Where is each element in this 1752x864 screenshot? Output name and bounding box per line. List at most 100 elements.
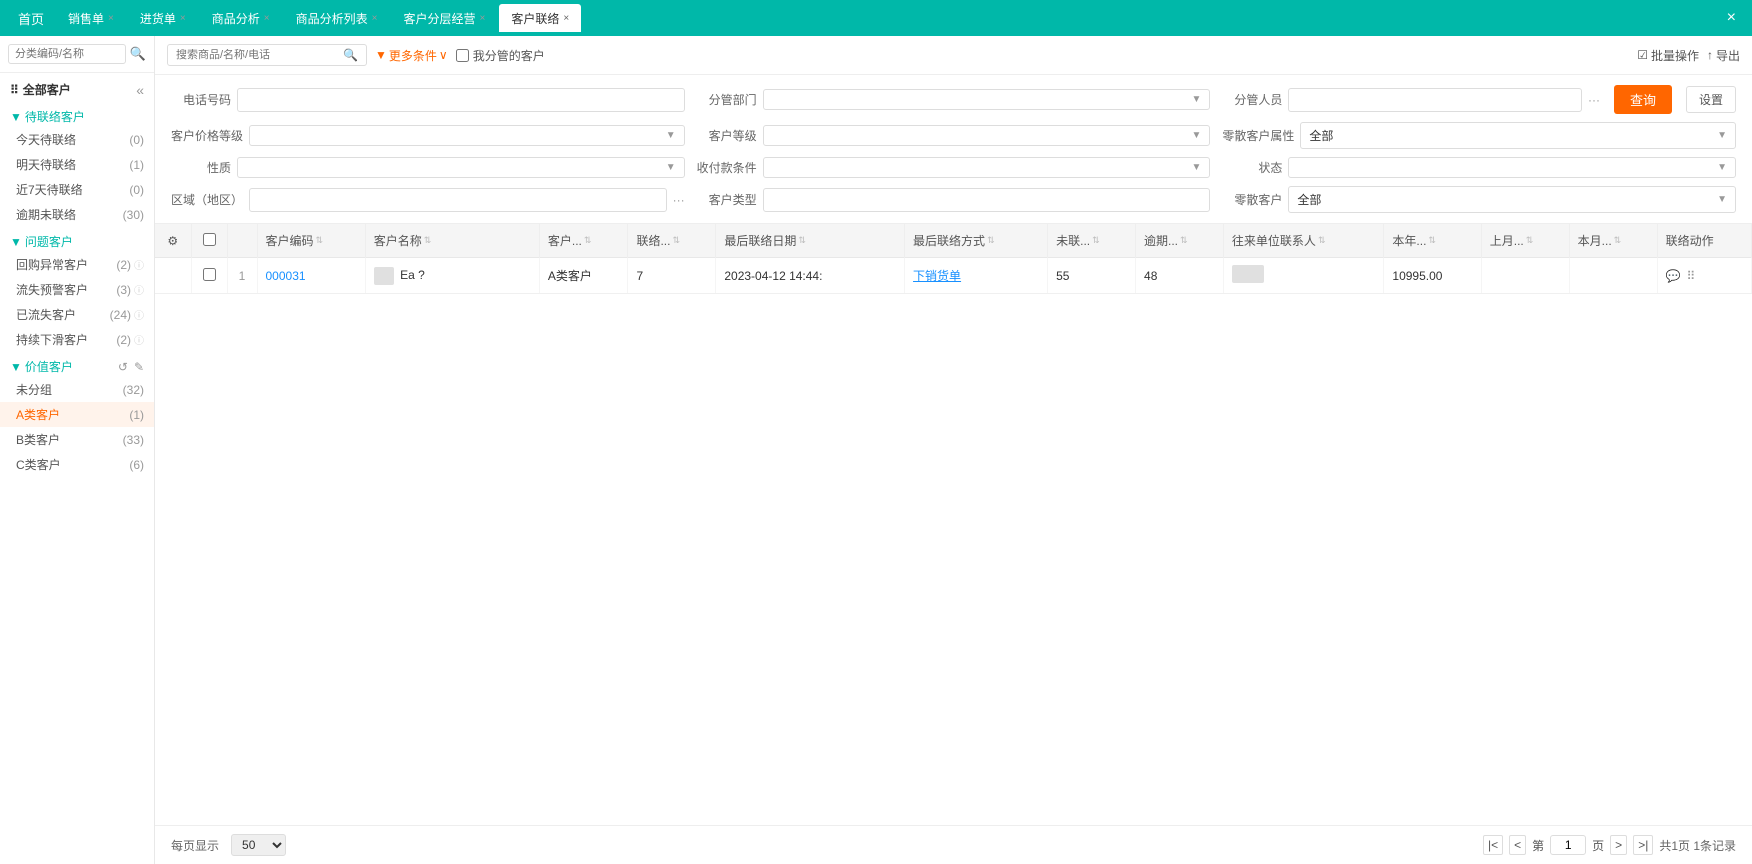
sort-icon-last-month: ⇅ xyxy=(1526,235,1534,246)
sidebar-item-tomorrow-pending[interactable]: 明天待联络 (1) xyxy=(0,152,154,177)
page-label: 第 xyxy=(1532,837,1544,854)
close-product-list-icon[interactable]: × xyxy=(372,13,378,24)
dept-select[interactable]: ▼ xyxy=(763,89,1211,110)
filter-icon: ▼ xyxy=(375,48,387,62)
tab-customer-tier-label: 客户分层经营 xyxy=(403,10,475,27)
search-icon[interactable]: 🔍 xyxy=(343,48,358,62)
sidebar-item-churn-warning[interactable]: 流失预警客户 (3) ⓘ xyxy=(0,277,154,302)
horizontal-scrollbar[interactable] xyxy=(155,813,1752,825)
sidebar-item-declining[interactable]: 持续下滑客户 (2) ⓘ xyxy=(0,327,154,352)
close-sales-icon[interactable]: × xyxy=(108,13,114,24)
pending-section-label: ▼ 待联络客户 xyxy=(0,102,154,127)
sort-icon-this-year: ⇅ xyxy=(1428,235,1436,246)
close-product-analysis-icon[interactable]: × xyxy=(264,13,270,24)
retail-attr-select[interactable]: 全部 ▼ xyxy=(1300,122,1736,149)
sidebar-item-unclassified[interactable]: 未分组 (32) xyxy=(0,377,154,402)
more-icon[interactable]: ⠿ xyxy=(1687,269,1696,283)
phone-input[interactable] xyxy=(237,88,685,112)
sidebar-search-area: 🔍 xyxy=(0,36,154,73)
nature-select[interactable]: ▼ xyxy=(237,157,685,178)
sidebar-item-today-pending[interactable]: 今天待联络 (0) xyxy=(0,127,154,152)
manager-dots-icon[interactable]: ··· xyxy=(1588,93,1600,107)
sidebar-item-repurchase-abnormal[interactable]: 回购异常客户 (2) ⓘ xyxy=(0,252,154,277)
page-total-label: 共1页 1条记录 xyxy=(1659,837,1736,854)
filter-row-2: 客户价格等级 ▼ 客户等级 ▼ 零散客户属性 全部 xyxy=(171,122,1736,149)
close-customer-contact-icon[interactable]: × xyxy=(563,13,569,24)
window-close-button[interactable]: × xyxy=(1719,9,1744,27)
pagination: |< < 第 页 > >| 共1页 1条记录 xyxy=(1483,835,1736,855)
tab-sales[interactable]: 销售单 × xyxy=(56,4,126,32)
sort-icon-code: ⇅ xyxy=(316,235,324,246)
select-all-checkbox[interactable] xyxy=(203,233,216,246)
customer-type-input[interactable] xyxy=(763,188,1211,212)
action-icons: 💬 ⠿ xyxy=(1666,269,1743,283)
row-action-cell: 💬 ⠿ xyxy=(1657,258,1751,294)
tab-purchase[interactable]: 进货单 × xyxy=(128,4,198,32)
my-customers-filter[interactable]: 我分管的客户 xyxy=(456,47,545,64)
th-unit-contact: 往来单位联系人 ⇅ xyxy=(1223,224,1383,258)
sidebar-item-churned[interactable]: 已流失客户 (24) ⓘ xyxy=(0,302,154,327)
customer-level-select[interactable]: ▼ xyxy=(763,125,1211,146)
export-button[interactable]: ↑ 导出 xyxy=(1707,47,1740,64)
row-checkbox[interactable] xyxy=(203,268,216,281)
manager-input[interactable] xyxy=(1288,88,1582,112)
data-table-area: ⚙ 客户编码 ⇅ xyxy=(155,224,1752,813)
tab-product-list[interactable]: 商品分析列表 × xyxy=(284,4,390,32)
th-name: 客户名称 ⇅ xyxy=(365,224,539,258)
filter-row-1: 电话号码 分管部门 ▼ 分管人员 ··· 查询 设置 xyxy=(171,85,1736,114)
tab-customer-contact-label: 客户联络 xyxy=(511,10,559,27)
close-customer-tier-icon[interactable]: × xyxy=(479,13,485,24)
page-number-input[interactable] xyxy=(1550,835,1586,855)
more-filters-button[interactable]: ▼ 更多条件 ∨ xyxy=(375,47,448,64)
home-tab[interactable]: 首页 xyxy=(8,9,54,28)
retail-customer-filter: 零散客户 全部 ▼ xyxy=(1222,186,1736,213)
last-method-link[interactable]: 下销货单 xyxy=(913,269,961,283)
tab-customer-contact[interactable]: 客户联络 × xyxy=(499,4,581,32)
row-code[interactable]: 000031 xyxy=(257,258,365,294)
arrow-down-icon: ▼ xyxy=(10,110,22,124)
edit-icon[interactable]: ✎ xyxy=(134,360,144,374)
customer-type-label: 客户类型 xyxy=(697,191,757,208)
payment-select[interactable]: ▼ xyxy=(763,157,1211,178)
page-unit: 页 xyxy=(1592,837,1604,854)
status-select[interactable]: ▼ xyxy=(1288,157,1736,178)
price-level-select[interactable]: ▼ xyxy=(249,125,685,146)
tab-customer-tier[interactable]: 客户分层经营 × xyxy=(391,4,497,32)
sidebar-item-7days-pending[interactable]: 近7天待联络 (0) xyxy=(0,177,154,202)
search-input[interactable] xyxy=(176,49,339,61)
my-customers-checkbox[interactable] xyxy=(456,49,469,62)
manager-label: 分管人员 xyxy=(1222,91,1282,108)
settings-button[interactable]: 设置 xyxy=(1686,86,1736,113)
sidebar-item-class-b[interactable]: B类客户 (33) xyxy=(0,427,154,452)
query-button[interactable]: 查询 xyxy=(1614,85,1672,114)
prev-page-button[interactable]: < xyxy=(1509,835,1526,855)
per-page-select[interactable]: 50 100 200 xyxy=(231,834,286,856)
row-unit-contact xyxy=(1223,258,1383,294)
region-input[interactable] xyxy=(249,188,667,212)
first-page-button[interactable]: |< xyxy=(1483,835,1503,855)
sidebar-item-class-a[interactable]: A类客户 (1) xyxy=(0,402,154,427)
sidebar-search-icon[interactable]: 🔍 xyxy=(130,46,146,62)
refresh-icon[interactable]: ↺ xyxy=(118,360,128,374)
payment-label: 收付款条件 xyxy=(697,159,757,176)
row-num: 1 xyxy=(227,258,257,294)
batch-operations-button[interactable]: ☑ 批量操作 xyxy=(1637,47,1699,64)
sidebar-collapse-icon[interactable]: « xyxy=(136,82,144,98)
problem-section-label: ▼ 问题客户 xyxy=(0,227,154,252)
retail-customer-select[interactable]: 全部 ▼ xyxy=(1288,186,1736,213)
next-page-button[interactable]: > xyxy=(1610,835,1627,855)
region-dots-icon[interactable]: ··· xyxy=(673,193,685,207)
tab-product-analysis[interactable]: 商品分析 × xyxy=(200,4,282,32)
info-icon-3: ⓘ xyxy=(134,332,144,347)
last-page-button[interactable]: >| xyxy=(1633,835,1653,855)
info-icon-2: ⓘ xyxy=(134,307,144,322)
info-icon-1: ⓘ xyxy=(134,282,144,297)
retail-attr-filter: 零散客户属性 全部 ▼ xyxy=(1222,122,1736,149)
close-purchase-icon[interactable]: × xyxy=(180,13,186,24)
sidebar-search-input[interactable] xyxy=(8,44,126,64)
chat-icon[interactable]: 💬 xyxy=(1666,269,1681,283)
gear-icon[interactable]: ⚙ xyxy=(167,234,178,248)
sidebar-item-class-c[interactable]: C类客户 (6) xyxy=(0,452,154,477)
nature-arrow-icon: ▼ xyxy=(666,162,676,173)
sidebar-item-overdue-contact[interactable]: 逾期未联络 (30) xyxy=(0,202,154,227)
